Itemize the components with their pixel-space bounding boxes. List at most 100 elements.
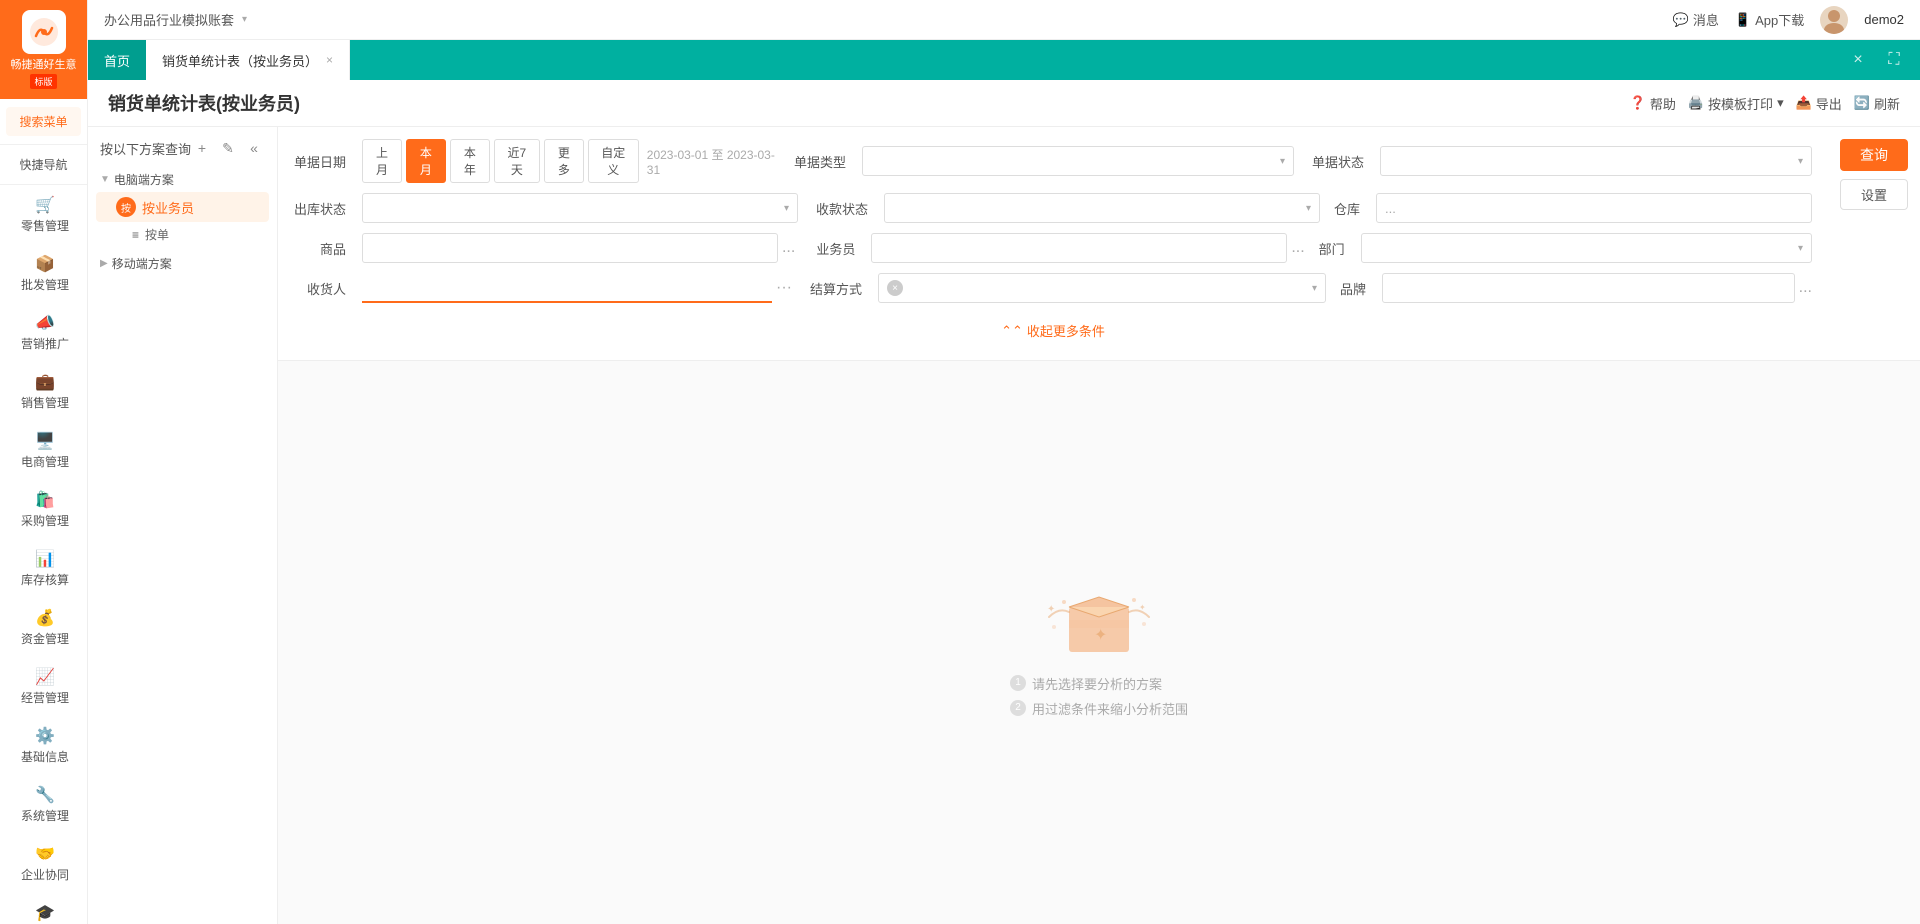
pay-select-arrow: ▾ [1306, 203, 1311, 214]
empty-tip-list: 1 请先选择要分析的方案 2 用过滤条件来缩小分析范围 [1010, 674, 1188, 724]
consignee-input[interactable] [362, 273, 772, 303]
app-download-button[interactable]: 📱 App下载 [1735, 10, 1804, 29]
sidebar-item-retail[interactable]: 🛒 零售管理 [0, 185, 87, 244]
settle-clear-button[interactable]: × [887, 280, 903, 296]
mobile-group-label: 移动端方案 [112, 255, 172, 272]
logo-text: 畅捷通好生意 [11, 58, 77, 72]
message-button[interactable]: 💬 消息 [1673, 10, 1719, 29]
sidebar-item-ecommerce[interactable]: 🖥️ 电商管理 [0, 421, 87, 480]
tab-close-button[interactable]: × [326, 53, 333, 67]
mobile-scheme-group-title[interactable]: ▶ 移动端方案 [96, 251, 269, 276]
tab-home[interactable]: 首页 [88, 40, 146, 80]
pay-label: 收款状态 [806, 199, 876, 218]
sidebar-item-enterprise-label: 企业协同 [21, 866, 69, 883]
consignee-dots[interactable]: ··· [776, 279, 792, 297]
tab-sales-stat-label: 销货单统计表（按业务员） [162, 51, 318, 70]
date-btn-last-7[interactable]: 近7天 [494, 139, 540, 183]
window-close-button[interactable]: × [1844, 46, 1872, 74]
desktop-group-arrow: ▼ [100, 174, 110, 185]
user-name[interactable]: demo2 [1864, 12, 1904, 27]
sidebar-item-retail-label: 零售管理 [21, 217, 69, 234]
date-btn-last-month[interactable]: 上月 [362, 139, 402, 183]
salesman-dots[interactable]: ... [1291, 239, 1304, 257]
brand-select[interactable] [1382, 273, 1795, 303]
sidebar-item-finance[interactable]: 💰 资金管理 [0, 598, 87, 657]
empty-tip-1: 1 请先选择要分析的方案 [1010, 674, 1188, 693]
goods-group: ... [362, 233, 795, 263]
sidebar-tag: 标版 [30, 74, 56, 89]
date-btn-this-year[interactable]: 本年 [450, 139, 490, 183]
type-select[interactable]: ▾ [862, 146, 1294, 176]
window-expand-button[interactable]: ⛶ [1880, 46, 1908, 74]
empty-illustration: ✦ ✦ ✦ [1039, 562, 1159, 662]
sidebar-item-marketing[interactable]: 📣 营销推广 [0, 303, 87, 362]
sidebar-item-basic[interactable]: ⚙️ 基础信息 [0, 716, 87, 775]
date-btn-this-month[interactable]: 本月 [406, 139, 446, 183]
add-scheme-button[interactable]: + [191, 137, 213, 159]
sidebar-item-sales-label: 销售管理 [21, 394, 69, 411]
mobile-scheme-group: ▶ 移动端方案 [88, 247, 277, 280]
sidebar-item-sales[interactable]: 💼 销售管理 [0, 362, 87, 421]
scheme-dot: 按 [116, 197, 136, 217]
tab-sales-stat[interactable]: 销货单统计表（按业务员） × [146, 40, 350, 80]
refresh-label: 刷新 [1874, 94, 1900, 113]
query-button[interactable]: 查询 [1840, 139, 1908, 171]
settle-select[interactable]: × ▾ [878, 273, 1326, 303]
sidebar-item-purchase[interactable]: 🛍️ 采购管理 [0, 480, 87, 539]
ecommerce-icon: 🖥️ [35, 431, 55, 451]
brand-dots[interactable]: ... [1799, 279, 1812, 297]
sidebar-item-operations[interactable]: 📈 经营管理 [0, 657, 87, 716]
sidebar-item-operations-label: 经营管理 [21, 689, 69, 706]
quick-nav-button[interactable]: 快捷导航 [6, 151, 81, 178]
message-label: 消息 [1693, 10, 1719, 29]
sidebar-item-purchase-label: 采购管理 [21, 512, 69, 529]
refresh-icon: 🔄 [1854, 95, 1870, 111]
status-select[interactable]: ▾ [1380, 146, 1812, 176]
help-icon: ❓ [1630, 95, 1646, 111]
sidebar-item-system[interactable]: 🔧 系统管理 [0, 775, 87, 834]
refresh-button[interactable]: 🔄 刷新 [1854, 94, 1900, 113]
enterprise-icon: 🤝 [35, 844, 55, 864]
collapse-label: 收起更多条件 [1027, 321, 1105, 340]
app-download-label: App下载 [1755, 10, 1804, 29]
ship-select[interactable]: ▾ [362, 193, 798, 223]
dept-select[interactable]: ▾ [1361, 233, 1812, 263]
print-dropdown-arrow: ▾ [1777, 95, 1784, 111]
date-btn-more[interactable]: 更多 [544, 139, 584, 183]
desktop-scheme-group-title[interactable]: ▼ 电脑端方案 [96, 167, 269, 192]
finance-icon: 💰 [35, 608, 55, 628]
collapse-panel-button[interactable]: « [243, 137, 265, 159]
warehouse-select[interactable]: ... [1376, 193, 1812, 223]
tip-num-1: 1 [1010, 675, 1026, 691]
settings-button[interactable]: 设置 [1840, 179, 1908, 210]
date-btn-custom[interactable]: 自定义 [588, 139, 639, 183]
svg-text:✦: ✦ [1139, 603, 1146, 612]
mobile-group-arrow: ▶ [100, 258, 108, 269]
brand-group: ... [1382, 273, 1812, 303]
print-icon: 🖨️ [1688, 95, 1704, 111]
settle-label: 结算方式 [800, 279, 870, 298]
sidebar-item-newbie[interactable]: 🎓 新手引导 [0, 893, 87, 924]
scheme-item-salesperson[interactable]: 按 按业务员 [96, 192, 269, 222]
sidebar-item-enterprise[interactable]: 🤝 企业协同 [0, 834, 87, 893]
search-menu-button[interactable]: 搜索菜单 [6, 107, 81, 136]
brand-label: 品牌 [1334, 279, 1374, 298]
sidebar-item-wholesale[interactable]: 📦 批发管理 [0, 244, 87, 303]
app-dropdown-arrow[interactable]: ▾ [242, 14, 247, 25]
order-sub-icon: ≡ [132, 228, 139, 242]
consignee-label: 收货人 [294, 279, 354, 298]
export-button[interactable]: 📤 导出 [1796, 94, 1842, 113]
scheme-sub-item-order[interactable]: ≡ 按单 [124, 222, 261, 247]
edit-scheme-button[interactable]: ✎ [217, 137, 239, 159]
salesman-select[interactable] [871, 233, 1287, 263]
scheme-item-salesperson-label: 按业务员 [142, 198, 194, 217]
sidebar-item-inventory[interactable]: 📊 库存核算 [0, 539, 87, 598]
left-panel-header: 按以下方案查询 + ✎ « [88, 137, 277, 167]
pay-select[interactable]: ▾ [884, 193, 1320, 223]
date-label: 单据日期 [294, 152, 354, 171]
help-button[interactable]: ❓ 帮助 [1630, 94, 1676, 113]
goods-select[interactable] [362, 233, 778, 263]
goods-dots[interactable]: ... [782, 239, 795, 257]
collapse-filter-button[interactable]: ⌃⌃ 收起更多条件 [993, 313, 1113, 348]
template-print-button[interactable]: 🖨️ 按模板打印 ▾ [1688, 94, 1784, 113]
